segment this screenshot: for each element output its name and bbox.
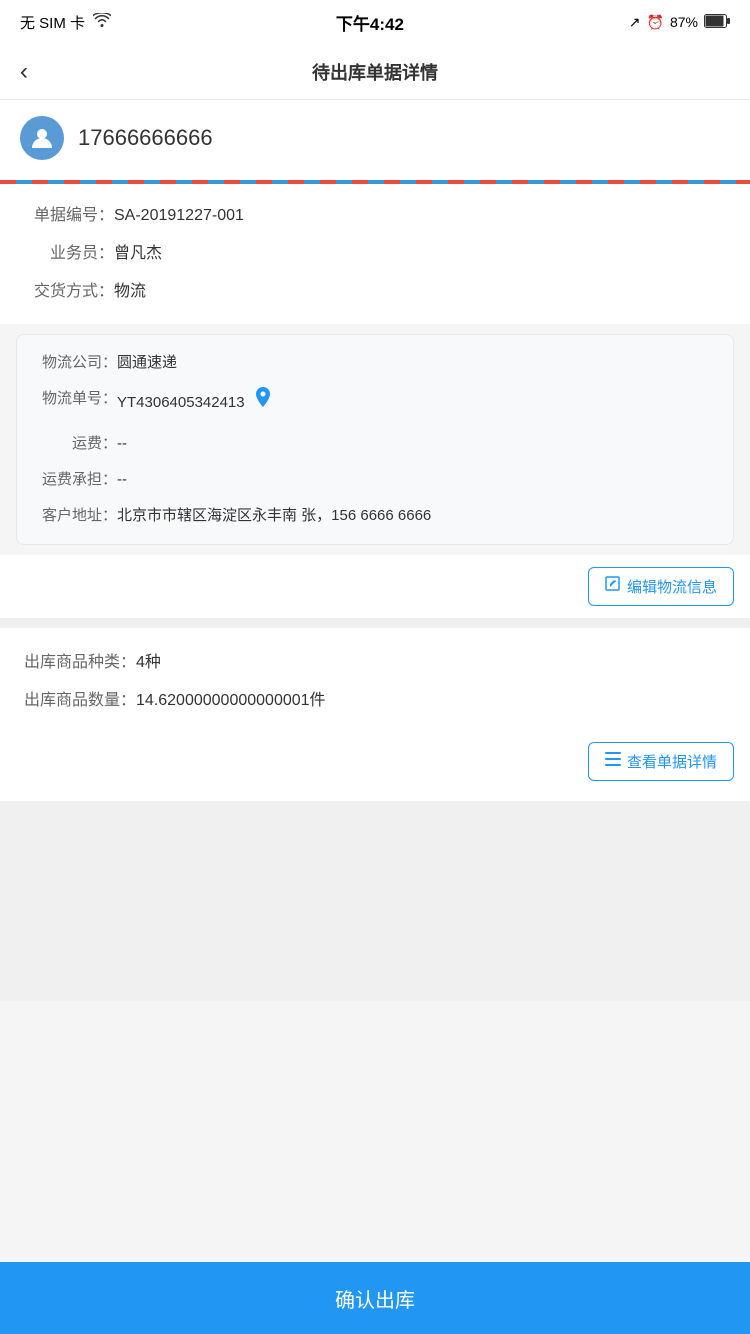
doc-number-value: SA-20191227-001	[114, 204, 726, 228]
tracking-row: 物流单号： YT4306405342413	[37, 387, 713, 420]
goods-section: 出库商品种类： 4种 出库商品数量： 14.62000000000000001件	[0, 628, 750, 730]
wifi-icon	[93, 13, 111, 31]
view-details-button[interactable]: 查看单据详情	[588, 742, 734, 781]
tracking-number: YT4306405342413	[117, 391, 245, 415]
tracking-location-icon[interactable]	[253, 387, 273, 420]
carrier-text: 无 SIM 卡	[20, 12, 85, 33]
gray-area	[0, 801, 750, 1001]
confirm-button-label: 确认出库	[335, 1284, 415, 1313]
status-right: ↗ ⏰ 87%	[629, 14, 730, 31]
avatar	[20, 116, 64, 160]
goods-type-row: 出库商品种类： 4种	[24, 648, 726, 672]
edit-logistics-button[interactable]: 编辑物流信息	[588, 567, 734, 606]
address-row: 客户地址： 北京市市辖区海淀区永丰南 张，156 6666 6666	[37, 504, 713, 528]
battery-icon	[704, 14, 730, 31]
sales-value: 曾凡杰	[114, 242, 726, 266]
alarm-icon: ⏰	[647, 14, 664, 31]
nav-bar: ‹ 待出库单据详情	[0, 44, 750, 100]
section-divider	[0, 618, 750, 628]
tracking-label: 物流单号：	[37, 387, 117, 411]
freight-label: 运费：	[37, 432, 117, 456]
sales-label: 业务员：	[24, 242, 114, 266]
logistics-company-row: 物流公司： 圆通速递	[37, 351, 713, 375]
logistics-company-value: 圆通速递	[117, 351, 713, 375]
doc-number-row: 单据编号： SA-20191227-001	[24, 204, 726, 228]
customer-phone: 17666666666	[78, 125, 213, 151]
delivery-label: 交货方式：	[24, 280, 114, 304]
location-icon: ↗	[629, 14, 641, 31]
edit-icon	[605, 576, 621, 596]
confirm-bar[interactable]: 确认出库	[0, 1262, 750, 1334]
status-time: 下午4:42	[336, 10, 404, 35]
address-value: 北京市市辖区海淀区永丰南 张，156 6666 6666	[117, 504, 713, 528]
freight-bearer-row: 运费承担： --	[37, 468, 713, 492]
edit-logistics-label: 编辑物流信息	[627, 576, 717, 597]
order-info-section: 单据编号： SA-20191227-001 业务员： 曾凡杰 交货方式： 物流	[0, 184, 750, 324]
freight-row: 运费： --	[37, 432, 713, 456]
goods-quantity-value: 14.62000000000000001件	[136, 686, 726, 710]
view-details-label: 查看单据详情	[627, 751, 717, 772]
status-bar: 无 SIM 卡 下午4:42 ↗ ⏰ 87%	[0, 0, 750, 44]
address-label: 客户地址：	[37, 504, 117, 528]
dashed-divider	[0, 176, 750, 184]
delivery-value: 物流	[114, 280, 726, 304]
customer-section: 17666666666	[0, 100, 750, 176]
back-button[interactable]: ‹	[20, 60, 28, 84]
freight-bearer-label: 运费承担：	[37, 468, 117, 492]
delivery-row: 交货方式： 物流	[24, 280, 726, 304]
logistics-company-label: 物流公司：	[37, 351, 117, 375]
sales-row: 业务员： 曾凡杰	[24, 242, 726, 266]
bottom-spacer	[0, 1001, 750, 1081]
doc-number-label: 单据编号：	[24, 204, 114, 228]
battery-text: 87%	[670, 14, 698, 30]
logistics-card: 物流公司： 圆通速递 物流单号： YT4306405342413 运费： -- …	[16, 334, 734, 545]
freight-value: --	[117, 432, 713, 456]
goods-quantity-label: 出库商品数量：	[24, 686, 136, 710]
goods-quantity-row: 出库商品数量： 14.62000000000000001件	[24, 686, 726, 710]
status-left: 无 SIM 卡	[20, 12, 111, 33]
view-btn-row: 查看单据详情	[0, 730, 750, 801]
freight-bearer-value: --	[117, 468, 713, 492]
page-title: 待出库单据详情	[312, 59, 438, 85]
tracking-value-container: YT4306405342413	[117, 387, 713, 420]
goods-type-value: 4种	[136, 648, 726, 672]
view-icon	[605, 752, 621, 770]
goods-type-label: 出库商品种类：	[24, 648, 136, 672]
edit-btn-row: 编辑物流信息	[0, 555, 750, 618]
